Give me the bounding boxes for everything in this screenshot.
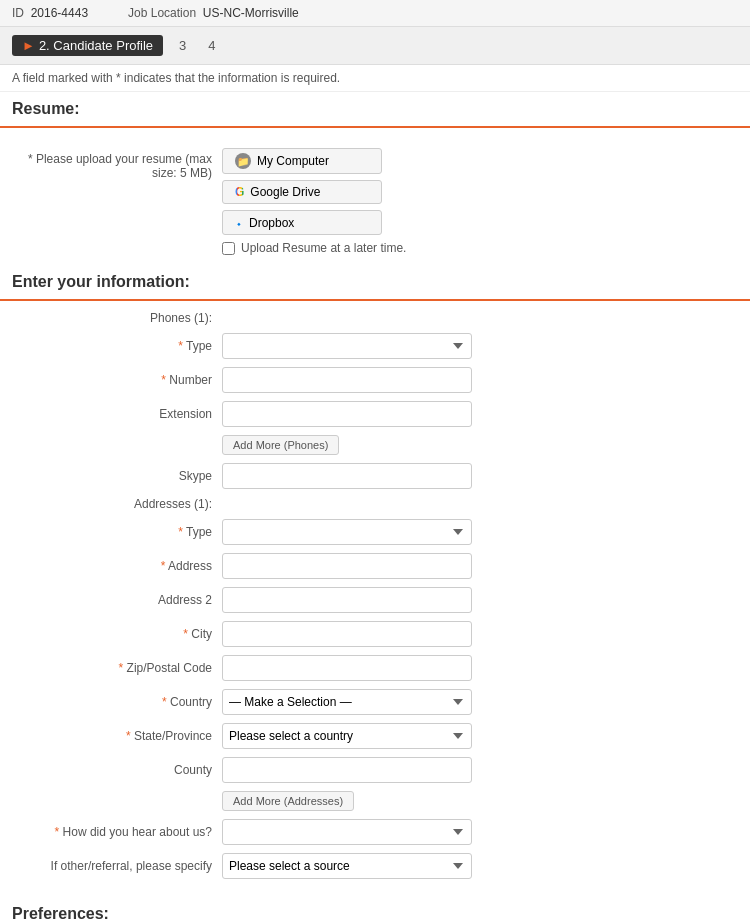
extension-label: Extension xyxy=(22,407,222,421)
resume-section: * Please upload your resume (max size: 5… xyxy=(0,138,750,265)
address-type-row: * Type xyxy=(12,519,738,545)
hear-label: * How did you hear about us? xyxy=(22,825,222,839)
county-input[interactable] xyxy=(222,757,472,783)
upload-label: * Please upload your resume (max size: 5… xyxy=(22,148,222,180)
address1-row: * Address xyxy=(12,553,738,579)
country-select[interactable]: — Make a Selection — xyxy=(222,689,472,715)
city-row: * City xyxy=(12,621,738,647)
city-label: * City xyxy=(22,627,222,641)
hear-row: * How did you hear about us? xyxy=(12,819,738,845)
address2-row: Address 2 xyxy=(12,587,738,613)
extension-row: Extension xyxy=(12,401,738,427)
phone-number-input[interactable] xyxy=(222,367,472,393)
phone-number-row: * Number xyxy=(12,367,738,393)
step-2-label: 2. Candidate Profile xyxy=(39,38,153,53)
upload-later-content[interactable]: Upload Resume at a later time. xyxy=(222,241,406,255)
steps-bar: ► 2. Candidate Profile 3 4 xyxy=(0,27,750,65)
address2-label: Address 2 xyxy=(22,593,222,607)
address1-input[interactable] xyxy=(222,553,472,579)
upload-later-checkbox[interactable] xyxy=(222,242,235,255)
preferences-section-header: Preferences: xyxy=(0,897,750,922)
state-select[interactable]: Please select a country xyxy=(222,723,472,749)
upload-later-row: Upload Resume at a later time. xyxy=(12,241,738,255)
computer-icon: 📁 xyxy=(235,153,251,169)
add-phones-row: Add More (Phones) xyxy=(12,435,738,455)
country-label: * Country xyxy=(22,695,222,709)
required-note: A field marked with * indicates that the… xyxy=(0,65,750,92)
address2-input[interactable] xyxy=(222,587,472,613)
step-arrow: ► xyxy=(22,38,35,53)
add-addresses-button[interactable]: Add More (Addresses) xyxy=(222,791,354,811)
phones-subsection: Phones (1): xyxy=(12,311,738,325)
dropbox-button[interactable]: ⬩ Dropbox xyxy=(222,210,382,235)
step-1[interactable]: ► 2. Candidate Profile xyxy=(12,35,163,56)
my-computer-button[interactable]: 📁 My Computer xyxy=(222,148,382,174)
dropbox-icon: ⬩ xyxy=(235,215,243,230)
zip-row: * Zip/Postal Code xyxy=(12,655,738,681)
phones-label: Phones (1): xyxy=(22,311,222,325)
location-field: Job Location US-NC-Morrisville xyxy=(128,6,299,20)
state-row: * State/Province Please select a country xyxy=(12,723,738,749)
resume-section-header: Resume: xyxy=(0,92,750,128)
header-bar: ID 2016-4443 Job Location US-NC-Morrisvi… xyxy=(0,0,750,27)
referral-select[interactable]: Please select a source xyxy=(222,853,472,879)
phone-number-label: * Number xyxy=(22,373,222,387)
phone-type-row: * Type xyxy=(12,333,738,359)
zip-input[interactable] xyxy=(222,655,472,681)
id-field: ID 2016-4443 xyxy=(12,6,88,20)
county-row: County xyxy=(12,757,738,783)
google-icon: G xyxy=(235,185,244,199)
hear-select[interactable] xyxy=(222,819,472,845)
referral-label: If other/referral, please specify xyxy=(22,859,222,873)
address1-label: * Address xyxy=(22,559,222,573)
addresses-subsection: Addresses (1): xyxy=(12,497,738,511)
address-type-label: * Type xyxy=(22,525,222,539)
skype-label: Skype xyxy=(22,469,222,483)
addresses-label: Addresses (1): xyxy=(22,497,222,511)
step-3-label[interactable]: 3 xyxy=(173,35,192,56)
step-4-label[interactable]: 4 xyxy=(202,35,221,56)
add-addresses-row: Add More (Addresses) xyxy=(12,791,738,811)
state-label: * State/Province xyxy=(22,729,222,743)
referral-row: If other/referral, please specify Please… xyxy=(12,853,738,879)
zip-label: * Zip/Postal Code xyxy=(22,661,222,675)
info-section-header: Enter your information: xyxy=(0,265,750,301)
extension-input[interactable] xyxy=(222,401,472,427)
phone-type-label: * Type xyxy=(22,339,222,353)
upload-buttons: 📁 My Computer G Google Drive ⬩ Dropbox xyxy=(222,148,382,235)
city-input[interactable] xyxy=(222,621,472,647)
skype-row: Skype xyxy=(12,463,738,489)
county-label: County xyxy=(22,763,222,777)
info-section: Phones (1): * Type * Number Extension Ad… xyxy=(0,311,750,897)
country-row: * Country — Make a Selection — xyxy=(12,689,738,715)
google-drive-button[interactable]: G Google Drive xyxy=(222,180,382,204)
upload-row: * Please upload your resume (max size: 5… xyxy=(12,148,738,235)
skype-input[interactable] xyxy=(222,463,472,489)
address-type-select[interactable] xyxy=(222,519,472,545)
add-phones-button[interactable]: Add More (Phones) xyxy=(222,435,339,455)
phone-type-select[interactable] xyxy=(222,333,472,359)
